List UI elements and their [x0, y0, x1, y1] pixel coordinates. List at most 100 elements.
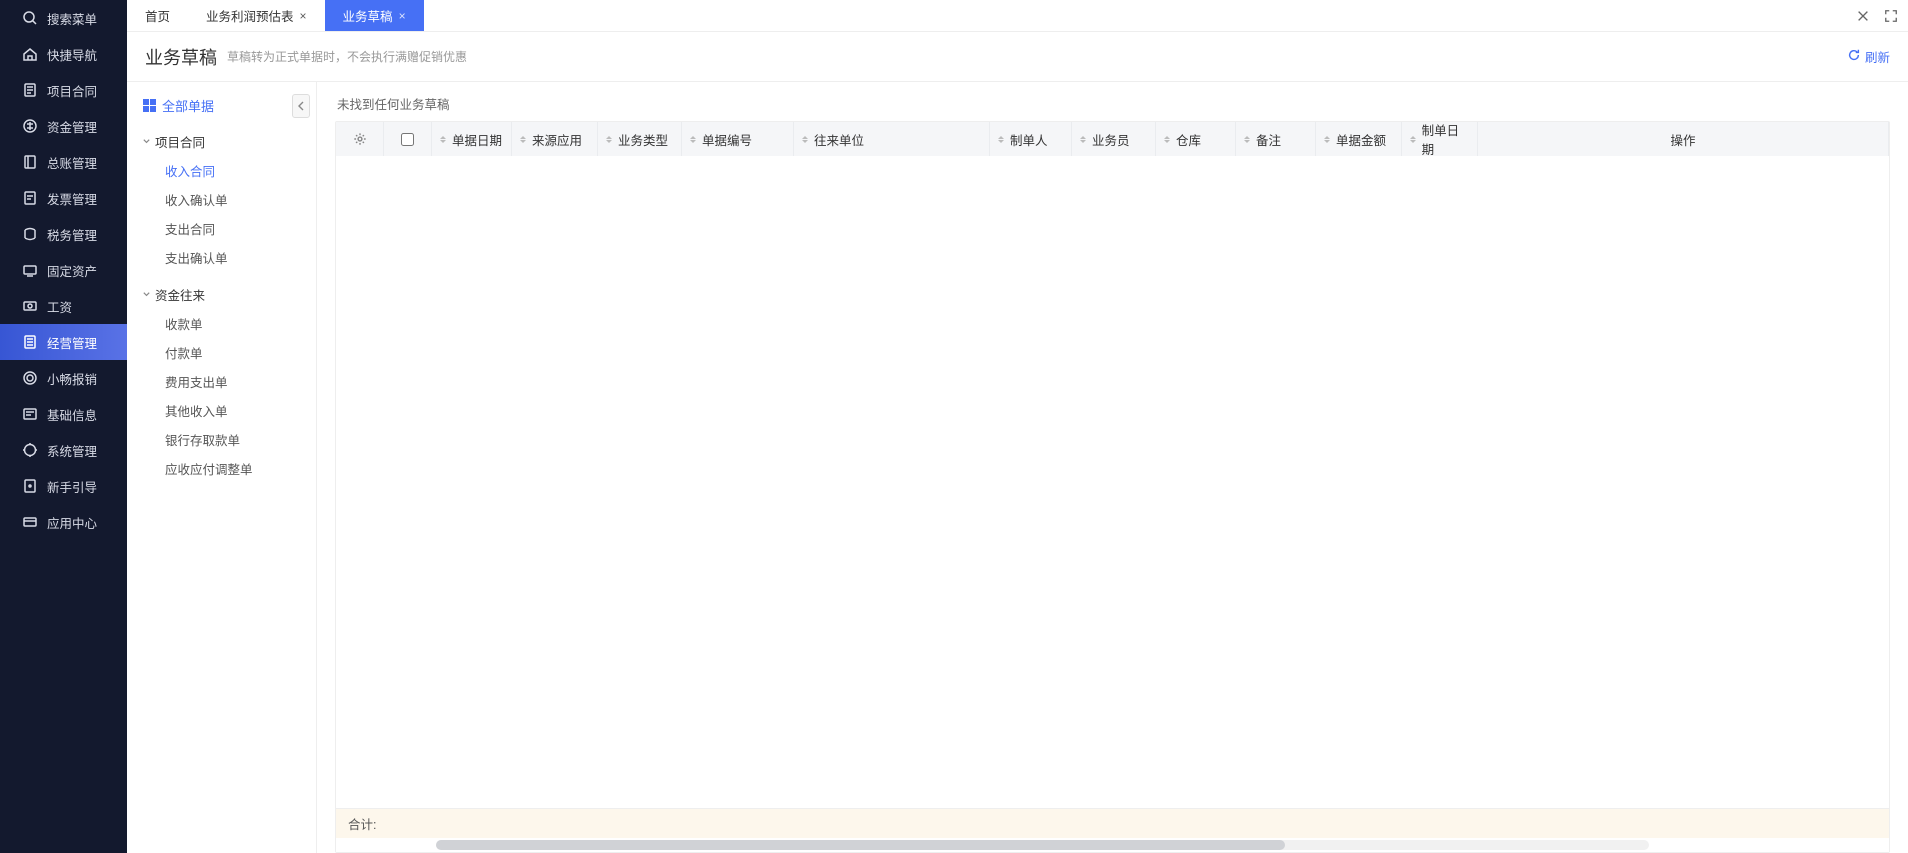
refresh-button[interactable]: 刷新	[1847, 47, 1890, 66]
column-header[interactable]: 制单日期	[1402, 122, 1478, 156]
horizontal-scrollbar[interactable]	[336, 838, 1889, 852]
sidebar-item-salary[interactable]: 工资	[0, 288, 127, 324]
column-header[interactable]: 业务类型	[598, 122, 682, 156]
sidebar-item-label: 系统管理	[47, 441, 97, 460]
sidebar-item-label: 快捷导航	[47, 45, 97, 64]
sort-icon	[1080, 133, 1088, 145]
sidebar-item-home[interactable]: 快捷导航	[0, 36, 127, 72]
sidebar-item-label: 资金管理	[47, 117, 97, 136]
refresh-icon	[1847, 48, 1861, 65]
sidebar-item-asset[interactable]: 固定资产	[0, 252, 127, 288]
category-panel: 全部单据 项目合同收入合同收入确认单支出合同支出确认单资金往来收款单付款单费用支…	[127, 82, 317, 853]
table-body	[336, 156, 1889, 808]
sidebar-item-label: 发票管理	[47, 189, 97, 208]
category-group: 项目合同收入合同收入确认单支出合同支出确认单	[127, 123, 316, 276]
refresh-label: 刷新	[1865, 47, 1890, 66]
select-all-cell	[384, 122, 432, 156]
column-header[interactable]: 操作	[1478, 122, 1889, 156]
search-icon	[22, 10, 38, 26]
tab[interactable]: 业务利润预估表×	[188, 0, 325, 31]
info-icon	[22, 406, 38, 422]
table-header: 单据日期 来源应用 业务类型单据编号往来单位 制单人 业务员 仓库 备注 单据金额制单日期 操作	[336, 122, 1889, 156]
tab[interactable]: 业务草稿×	[325, 0, 424, 31]
tab-close-icon[interactable]: ×	[399, 9, 406, 23]
sidebar-item-label: 应用中心	[47, 513, 97, 532]
sidebar-item-tax[interactable]: 税务管理	[0, 216, 127, 252]
category-item[interactable]: 支出合同	[127, 214, 316, 243]
category-item[interactable]: 收款单	[127, 309, 316, 338]
ledger-icon	[22, 154, 38, 170]
column-label: 操作	[1670, 130, 1695, 149]
column-header[interactable]: 业务员	[1072, 122, 1156, 156]
category-header[interactable]: 全部单据	[127, 92, 316, 123]
sidebar-item-search[interactable]: 搜索菜单	[0, 0, 127, 36]
column-label: 制单日期	[1422, 120, 1469, 158]
page-header: 业务草稿 草稿转为正式单据时，不会执行满赠促销优惠 刷新	[127, 32, 1908, 82]
chevron-down-icon	[141, 137, 151, 147]
column-label: 备注	[1256, 130, 1281, 149]
content: 未找到任何业务草稿 单据日期来源应用业务类型单据编号往来单位制单人业务员仓库备注…	[317, 82, 1908, 853]
close-button[interactable]	[1854, 7, 1872, 25]
sidebar-item-contract[interactable]: 项目合同	[0, 72, 127, 108]
column-label: 业务员	[1092, 130, 1130, 149]
category-item[interactable]: 付款单	[127, 338, 316, 367]
column-header[interactable]: 制单人	[990, 122, 1072, 156]
column-header[interactable]: 单据金额	[1316, 122, 1402, 156]
sidebar-item-invoice[interactable]: 发票管理	[0, 180, 127, 216]
asset-icon	[22, 262, 38, 278]
category-group-header[interactable]: 资金往来	[127, 280, 316, 309]
sidebar-item-system[interactable]: 系统管理	[0, 432, 127, 468]
category-group: 资金往来收款单付款单费用支出单其他收入单银行存取款单应收应付调整单	[127, 276, 316, 487]
sidebar-item-label: 经营管理	[47, 333, 97, 352]
appcenter-icon	[22, 514, 38, 530]
column-label: 单据日期	[452, 130, 502, 149]
category-group-label: 资金往来	[155, 285, 205, 304]
sort-icon	[802, 133, 810, 145]
category-group-label: 项目合同	[155, 132, 205, 151]
category-item[interactable]: 银行存取款单	[127, 425, 316, 454]
sidebar-item-ledger[interactable]: 总账管理	[0, 144, 127, 180]
main: 首页业务利润预估表×业务草稿× 业务草稿 草稿转为正式单据时，不会执行满赠促销优…	[127, 0, 1908, 853]
column-header[interactable]: 来源应用	[512, 122, 598, 156]
sidebar-item-appcenter[interactable]: 应用中心	[0, 504, 127, 540]
column-header[interactable]: 仓库	[1156, 122, 1236, 156]
tab-close-icon[interactable]: ×	[300, 9, 307, 23]
sidebar-item-business[interactable]: 经营管理	[0, 324, 127, 360]
column-label: 制单人	[1010, 130, 1048, 149]
sort-icon	[998, 133, 1006, 145]
category-item[interactable]: 应收应付调整单	[127, 454, 316, 483]
fund-icon	[22, 118, 38, 134]
collapse-panel-button[interactable]	[292, 94, 310, 118]
reimburse-icon	[22, 370, 38, 386]
tab[interactable]: 首页	[127, 0, 188, 31]
topright-controls	[1854, 0, 1900, 32]
home-icon	[22, 46, 38, 62]
column-header[interactable]: 单据编号	[682, 122, 794, 156]
sidebar-item-label: 税务管理	[47, 225, 97, 244]
column-header[interactable]: 单据日期	[432, 122, 512, 156]
fullscreen-button[interactable]	[1882, 7, 1900, 25]
column-label: 业务类型	[618, 130, 668, 149]
category-item[interactable]: 费用支出单	[127, 367, 316, 396]
sidebar-item-info[interactable]: 基础信息	[0, 396, 127, 432]
select-all-checkbox[interactable]	[401, 133, 414, 146]
sidebar-item-guide[interactable]: 新手引导	[0, 468, 127, 504]
category-group-header[interactable]: 项目合同	[127, 127, 316, 156]
category-groups: 项目合同收入合同收入确认单支出合同支出确认单资金往来收款单付款单费用支出单其他收…	[127, 123, 316, 487]
table-settings-button[interactable]	[336, 122, 384, 156]
sort-icon	[606, 133, 614, 145]
sidebar-item-reimburse[interactable]: 小畅报销	[0, 360, 127, 396]
column-label: 来源应用	[532, 130, 582, 149]
column-header[interactable]: 往来单位	[794, 122, 990, 156]
sort-icon	[520, 133, 528, 145]
table: 单据日期 来源应用 业务类型单据编号往来单位 制单人 业务员 仓库 备注 单据金额制单日期 操作…	[335, 121, 1890, 853]
sidebar-item-fund[interactable]: 资金管理	[0, 108, 127, 144]
category-item[interactable]: 收入确认单	[127, 185, 316, 214]
sort-icon	[1410, 133, 1418, 145]
column-header[interactable]: 备注	[1236, 122, 1316, 156]
category-item[interactable]: 支出确认单	[127, 243, 316, 272]
sidebar-item-label: 基础信息	[47, 405, 97, 424]
category-item[interactable]: 其他收入单	[127, 396, 316, 425]
category-item[interactable]: 收入合同	[127, 156, 316, 185]
chevron-down-icon	[141, 290, 151, 300]
